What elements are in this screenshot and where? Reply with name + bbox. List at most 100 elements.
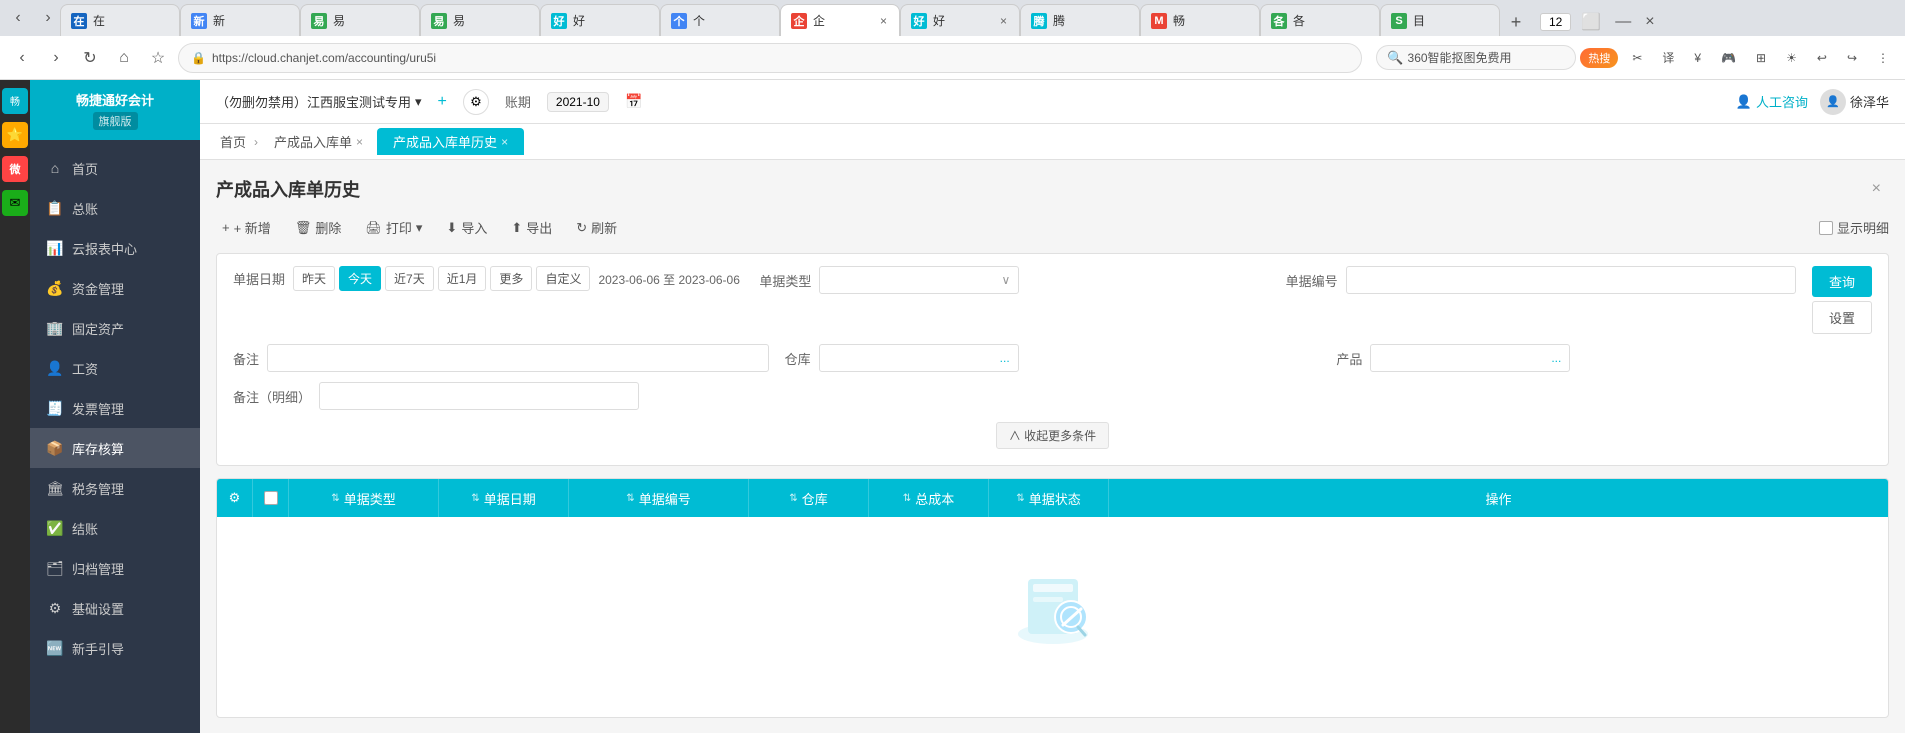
th-cost[interactable]: ⇅ 总成本 <box>869 479 989 517</box>
sidebar-item-home[interactable]: ⌂ 首页 <box>30 148 200 188</box>
date-today[interactable]: 今天 <box>339 266 381 291</box>
redo-tool[interactable]: ↪ <box>1839 47 1865 69</box>
tab-8[interactable]: 好 好 × <box>900 4 1020 36</box>
hot-search-badge[interactable]: 热搜 <box>1580 48 1618 68</box>
header-checkbox[interactable] <box>264 491 278 505</box>
tab-product-history[interactable]: 产成品入库单历史 × <box>377 128 524 155</box>
refresh-button[interactable]: ↻ 刷新 <box>570 214 623 241</box>
sidebar-item-settings[interactable]: ⚙ 基础设置 <box>30 588 200 628</box>
sidebar-item-close-account[interactable]: ✅ 结账 <box>30 508 200 548</box>
th-checkbox[interactable] <box>253 479 289 517</box>
date-7days[interactable]: 近7天 <box>385 266 434 291</box>
type-dropdown[interactable]: ∨ <box>819 266 1019 294</box>
company-selector[interactable]: （勿删勿禁用）江西服宝测试专用 ▾ <box>216 92 422 111</box>
tab-product-list-close[interactable]: × <box>356 135 363 149</box>
sidebar-item-new-guide[interactable]: 🆕 新手引导 <box>30 628 200 668</box>
brightness-tool[interactable]: ☀ <box>1778 47 1805 69</box>
date-1month[interactable]: 近1月 <box>438 266 487 291</box>
export-button[interactable]: ⬆ 导出 <box>505 214 558 241</box>
tab-7-close[interactable]: × <box>878 12 889 30</box>
back-button[interactable]: ‹ <box>4 4 32 32</box>
sidebar-item-fixed-assets[interactable]: 🏢 固定资产 <box>30 308 200 348</box>
tab-count-badge[interactable]: 12 <box>1540 13 1571 31</box>
warehouse-dropdown[interactable]: ... <box>819 344 1019 372</box>
sidebar-item-fund[interactable]: 💰 资金管理 <box>30 268 200 308</box>
nav-forward[interactable]: › <box>42 44 70 72</box>
user-service[interactable]: 👤 人工咨询 <box>1736 92 1808 111</box>
th-date[interactable]: ⇅ 单据日期 <box>439 479 569 517</box>
minimize-button[interactable]: — <box>1611 9 1635 35</box>
ext-chanjet[interactable]: 畅 <box>2 88 28 114</box>
tab-9[interactable]: 腾 腾 <box>1020 4 1140 36</box>
print-button[interactable]: 🖨 打印 ▾ <box>359 214 428 241</box>
settings-button[interactable]: 设置 <box>1812 301 1872 334</box>
forward-button[interactable]: › <box>34 4 62 32</box>
grid-tool[interactable]: ⊞ <box>1748 47 1774 69</box>
sidebar-item-tax[interactable]: 🏛 税务管理 <box>30 468 200 508</box>
show-columns-toggle[interactable]: 显示明细 <box>1819 218 1889 237</box>
calendar-icon[interactable]: 📅 <box>625 93 642 110</box>
wallet-tool[interactable]: ¥ <box>1686 47 1709 69</box>
th-number[interactable]: ⇅ 单据编号 <box>569 479 749 517</box>
address-input[interactable]: 🔒 https://cloud.chanjet.com/accounting/u… <box>178 43 1362 73</box>
th-status[interactable]: ⇅ 单据状态 <box>989 479 1109 517</box>
breadcrumb-home[interactable]: 首页 <box>216 132 250 151</box>
import-button[interactable]: ⬇ 导入 <box>440 214 493 241</box>
date-yesterday[interactable]: 昨天 <box>293 266 335 291</box>
product-more[interactable]: ... <box>1551 351 1561 365</box>
tab-12[interactable]: S 目 <box>1380 4 1500 36</box>
user-info[interactable]: 👤 徐泽华 <box>1820 89 1889 115</box>
tab-11[interactable]: 各 各 <box>1260 4 1380 36</box>
new-tab-button[interactable]: + <box>1500 8 1532 36</box>
tab-product-history-close[interactable]: × <box>501 135 508 149</box>
game-tool[interactable]: 🎮 <box>1713 47 1744 69</box>
collapse-button[interactable]: ∧ 收起更多条件 <box>996 422 1109 449</box>
th-type[interactable]: ⇅ 单据类型 <box>289 479 439 517</box>
new-button[interactable]: + + 新增 <box>216 214 277 241</box>
undo-tool[interactable]: ↩ <box>1809 47 1835 69</box>
scissors-tool[interactable]: ✂ <box>1624 47 1650 69</box>
ext-mail[interactable]: ✉ <box>2 190 28 216</box>
close-window-button[interactable]: × <box>1641 9 1658 35</box>
menu-tool[interactable]: ⋮ <box>1869 47 1897 69</box>
query-button[interactable]: 查询 <box>1812 266 1872 297</box>
warehouse-more[interactable]: ... <box>1000 351 1010 365</box>
date-more[interactable]: 更多 <box>490 266 532 291</box>
note-detail-input[interactable] <box>319 382 639 410</box>
period-value[interactable]: 2021-10 <box>547 92 609 112</box>
sidebar-item-archive[interactable]: 🗂 归档管理 <box>30 548 200 588</box>
nav-refresh[interactable]: ↻ <box>76 44 104 72</box>
th-warehouse[interactable]: ⇅ 仓库 <box>749 479 869 517</box>
delete-button[interactable]: 🗑 删除 <box>289 214 348 241</box>
sidebar-item-ledger[interactable]: 📋 总账 <box>30 188 200 228</box>
tab-2[interactable]: 新 新 <box>180 4 300 36</box>
search-bar[interactable]: 🔍 360智能抠图免费用 <box>1376 45 1576 70</box>
tab-8-close[interactable]: × <box>998 12 1009 30</box>
number-input[interactable] <box>1346 266 1796 294</box>
settings-gear[interactable]: ⚙ <box>463 89 489 115</box>
show-columns-checkbox[interactable] <box>1819 221 1833 235</box>
translate-tool[interactable]: 译 <box>1654 45 1682 70</box>
tab-3[interactable]: 易 易 <box>300 4 420 36</box>
th-settings[interactable]: ⚙ <box>217 479 253 517</box>
tab-5[interactable]: 好 好 <box>540 4 660 36</box>
product-dropdown[interactable]: ... <box>1370 344 1570 372</box>
date-custom[interactable]: 自定义 <box>536 266 590 291</box>
restore-button[interactable]: ⬜ <box>1577 8 1605 36</box>
tab-1[interactable]: 在 在 <box>60 4 180 36</box>
tab-6[interactable]: 个 个 <box>660 4 780 36</box>
tab-10[interactable]: M 畅 <box>1140 4 1260 36</box>
sidebar-item-invoice[interactable]: 🧾 发票管理 <box>30 388 200 428</box>
nav-home[interactable]: ⌂ <box>110 44 138 72</box>
nav-bookmark[interactable]: ☆ <box>144 44 172 72</box>
ext-weibo[interactable]: 微 <box>2 156 28 182</box>
note-input[interactable] <box>267 344 769 372</box>
nav-back[interactable]: ‹ <box>8 44 36 72</box>
add-company[interactable]: + <box>438 93 447 111</box>
ext-star[interactable]: ⭐ <box>2 122 28 148</box>
sidebar-item-inventory[interactable]: 📦 库存核算 <box>30 428 200 468</box>
page-close-icon[interactable]: × <box>1872 180 1881 198</box>
tab-7[interactable]: 企 企 × <box>780 4 900 36</box>
sidebar-item-salary[interactable]: 👤 工资 <box>30 348 200 388</box>
sidebar-item-cloud-report[interactable]: 📊 云报表中心 <box>30 228 200 268</box>
